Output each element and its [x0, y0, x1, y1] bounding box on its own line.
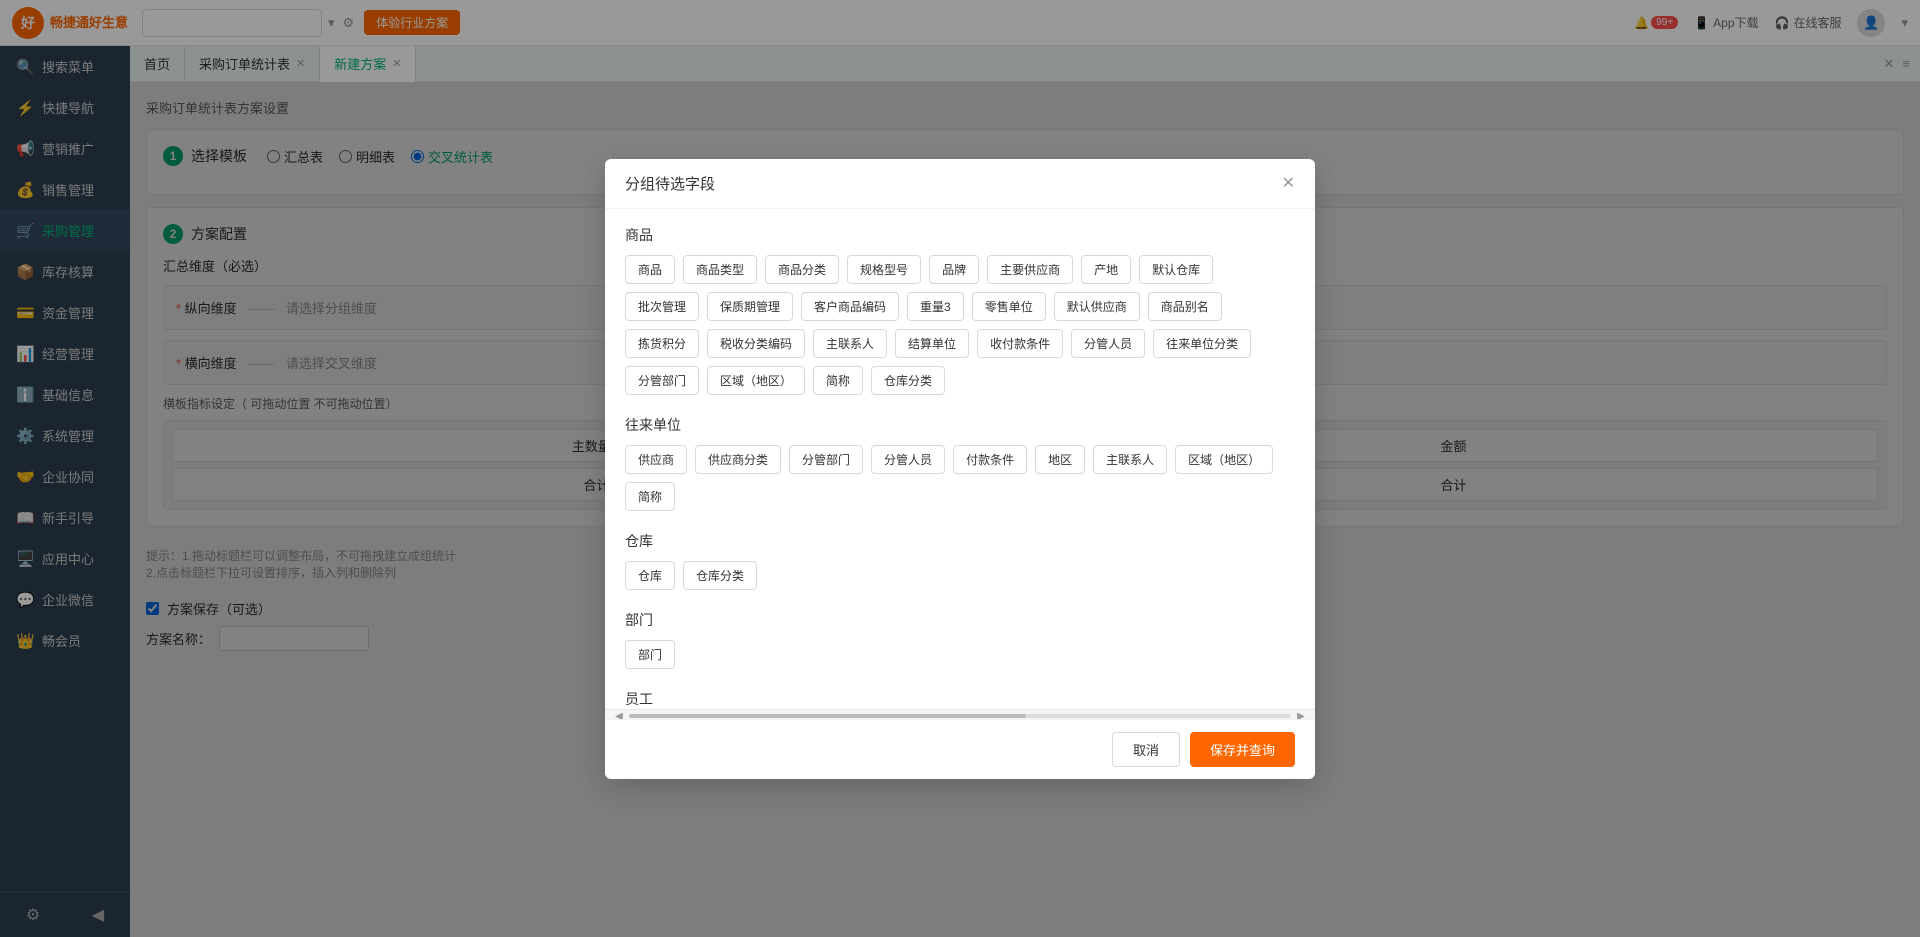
field-tag-0-15[interactable]: 拣货积分 [625, 329, 699, 358]
field-tag-1-8[interactable]: 简称 [625, 482, 675, 511]
field-tag-1-5[interactable]: 地区 [1035, 445, 1085, 474]
field-tag-0-18[interactable]: 结算单位 [895, 329, 969, 358]
field-tag-0-13[interactable]: 默认供应商 [1054, 292, 1140, 321]
field-tag-0-20[interactable]: 分管人员 [1071, 329, 1145, 358]
field-tag-0-1[interactable]: 商品类型 [683, 255, 757, 284]
field-group-0: 商品商品商品类型商品分类规格型号品牌主要供应商产地默认仓库批次管理保质期管理客户… [625, 225, 1295, 395]
field-tag-0-14[interactable]: 商品别名 [1148, 292, 1222, 321]
field-tag-0-24[interactable]: 简称 [813, 366, 863, 395]
field-tag-1-4[interactable]: 付款条件 [953, 445, 1027, 474]
field-tag-1-7[interactable]: 区域（地区） [1175, 445, 1273, 474]
field-tag-0-22[interactable]: 分管部门 [625, 366, 699, 395]
field-tag-0-2[interactable]: 商品分类 [765, 255, 839, 284]
field-tag-0-3[interactable]: 规格型号 [847, 255, 921, 284]
field-tags-3: 部门 [625, 640, 1295, 669]
field-group-title-3: 部门 [625, 610, 1295, 630]
field-group-title-0: 商品 [625, 225, 1295, 245]
field-tag-0-8[interactable]: 批次管理 [625, 292, 699, 321]
field-tag-0-21[interactable]: 往来单位分类 [1153, 329, 1251, 358]
field-tag-1-2[interactable]: 分管部门 [789, 445, 863, 474]
field-group-4: 员工业务员 [625, 689, 1295, 710]
field-tags-0: 商品商品类型商品分类规格型号品牌主要供应商产地默认仓库批次管理保质期管理客户商品… [625, 255, 1295, 395]
field-tag-0-5[interactable]: 主要供应商 [987, 255, 1073, 284]
field-tag-1-0[interactable]: 供应商 [625, 445, 687, 474]
field-group-3: 部门部门 [625, 610, 1295, 669]
field-tag-2-1[interactable]: 仓库分类 [683, 561, 757, 590]
field-tag-1-3[interactable]: 分管人员 [871, 445, 945, 474]
cancel-button[interactable]: 取消 [1112, 732, 1180, 767]
modal-body: 商品商品商品类型商品分类规格型号品牌主要供应商产地默认仓库批次管理保质期管理客户… [605, 209, 1315, 710]
field-tag-3-0[interactable]: 部门 [625, 640, 675, 669]
horizontal-scrollbar[interactable]: ◀ ▶ [605, 709, 1315, 718]
field-tag-0-7[interactable]: 默认仓库 [1139, 255, 1213, 284]
field-tag-0-12[interactable]: 零售单位 [972, 292, 1046, 321]
modal-footer: 取消 保存并查询 [605, 719, 1315, 779]
confirm-button[interactable]: 保存并查询 [1190, 732, 1295, 767]
field-tag-2-0[interactable]: 仓库 [625, 561, 675, 590]
field-tag-0-25[interactable]: 仓库分类 [871, 366, 945, 395]
field-tag-0-9[interactable]: 保质期管理 [707, 292, 793, 321]
modal-overlay: 分组待选字段 ✕ 商品商品商品类型商品分类规格型号品牌主要供应商产地默认仓库批次… [0, 0, 1920, 937]
field-tag-0-19[interactable]: 收付款条件 [977, 329, 1063, 358]
field-tag-0-0[interactable]: 商品 [625, 255, 675, 284]
field-tag-0-4[interactable]: 品牌 [929, 255, 979, 284]
field-tag-0-16[interactable]: 税收分类编码 [707, 329, 805, 358]
field-tag-0-23[interactable]: 区域（地区） [707, 366, 805, 395]
field-tags-1: 供应商供应商分类分管部门分管人员付款条件地区主联系人区域（地区） 简称 [625, 445, 1295, 511]
field-group-1: 往来单位供应商供应商分类分管部门分管人员付款条件地区主联系人区域（地区） 简称 [625, 415, 1295, 511]
field-tag-1-6[interactable]: 主联系人 [1093, 445, 1167, 474]
field-tag-0-6[interactable]: 产地 [1081, 255, 1131, 284]
field-group-title-2: 仓库 [625, 531, 1295, 551]
field-group-title-1: 往来单位 [625, 415, 1295, 435]
modal-close-btn[interactable]: ✕ [1282, 173, 1295, 193]
field-tag-0-10[interactable]: 客户商品编码 [801, 292, 899, 321]
field-tag-0-11[interactable]: 重量3 [907, 292, 964, 321]
modal: 分组待选字段 ✕ 商品商品商品类型商品分类规格型号品牌主要供应商产地默认仓库批次… [605, 159, 1315, 779]
field-group-title-4: 员工 [625, 689, 1295, 709]
modal-title: 分组待选字段 [625, 173, 715, 194]
field-tags-2: 仓库仓库分类 [625, 561, 1295, 590]
field-tag-1-1[interactable]: 供应商分类 [695, 445, 781, 474]
field-tag-0-17[interactable]: 主联系人 [813, 329, 887, 358]
modal-header: 分组待选字段 ✕ [605, 159, 1315, 209]
field-group-2: 仓库仓库仓库分类 [625, 531, 1295, 590]
